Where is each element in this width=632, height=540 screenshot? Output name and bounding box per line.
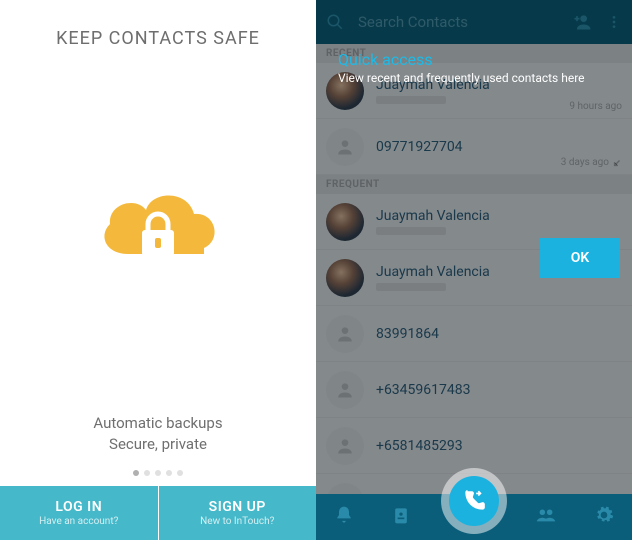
contacts-pane: Search Contacts RECENT Juaymah Valencia … [316,0,632,540]
time-meta: 9 hours ago [569,101,622,112]
overflow-menu-icon[interactable] [606,14,622,30]
dial-fab[interactable] [441,468,507,534]
coach-tooltip: Quick access View recent and frequently … [338,50,585,85]
incoming-call-icon [612,158,622,168]
avatar [326,128,364,166]
blurred-number [376,96,446,104]
avatar [326,315,364,353]
cloud-lock-icon [88,49,228,413]
onboarding-title: KEEP CONTACTS SAFE [56,28,260,49]
bell-icon[interactable] [334,505,354,529]
avatar [326,427,364,465]
list-item[interactable]: 09771927704 3 days ago [316,119,632,175]
search-icon[interactable] [326,13,344,31]
avatar [326,259,364,297]
page-indicator [133,470,183,476]
contact-name: +63459617483 [376,382,471,398]
onboarding-subtitle: Automatic backups Secure, private [93,413,222,457]
contact-name: +6581485293 [376,438,463,454]
onboarding-pane: KEEP CONTACTS SAFE Automatic backups Sec… [0,0,316,540]
people-icon[interactable] [535,504,557,530]
search-bar: Search Contacts [316,0,632,44]
dial-icon [449,476,499,526]
gear-icon[interactable] [594,505,614,529]
ok-button[interactable]: OK [540,238,620,278]
contact-name: 83991864 [376,326,439,342]
blurred-number [376,227,446,235]
blurred-number [376,283,446,291]
avatar [326,203,364,241]
list-item[interactable]: +63459617483 [316,362,632,418]
contact-name: 09771927704 [376,139,463,155]
contact-name: Juaymah Valencia [376,264,490,280]
contact-name: Juaymah Valencia [376,208,490,224]
login-button[interactable]: LOG IN Have an account? [0,486,158,540]
time-meta: 3 days ago [561,157,622,168]
signup-button[interactable]: SIGN UP New to InTouch? [159,486,317,540]
section-frequent: FREQUENT [316,175,632,194]
add-contact-icon[interactable] [572,12,592,32]
badge-icon[interactable] [391,505,411,529]
list-item[interactable]: 83991864 [316,306,632,362]
list-item[interactable]: +6581485293 [316,418,632,474]
avatar [326,371,364,409]
contact-list[interactable]: RECENT Juaymah Valencia 9 hours ago 0977… [316,44,632,540]
search-input[interactable]: Search Contacts [358,13,558,31]
